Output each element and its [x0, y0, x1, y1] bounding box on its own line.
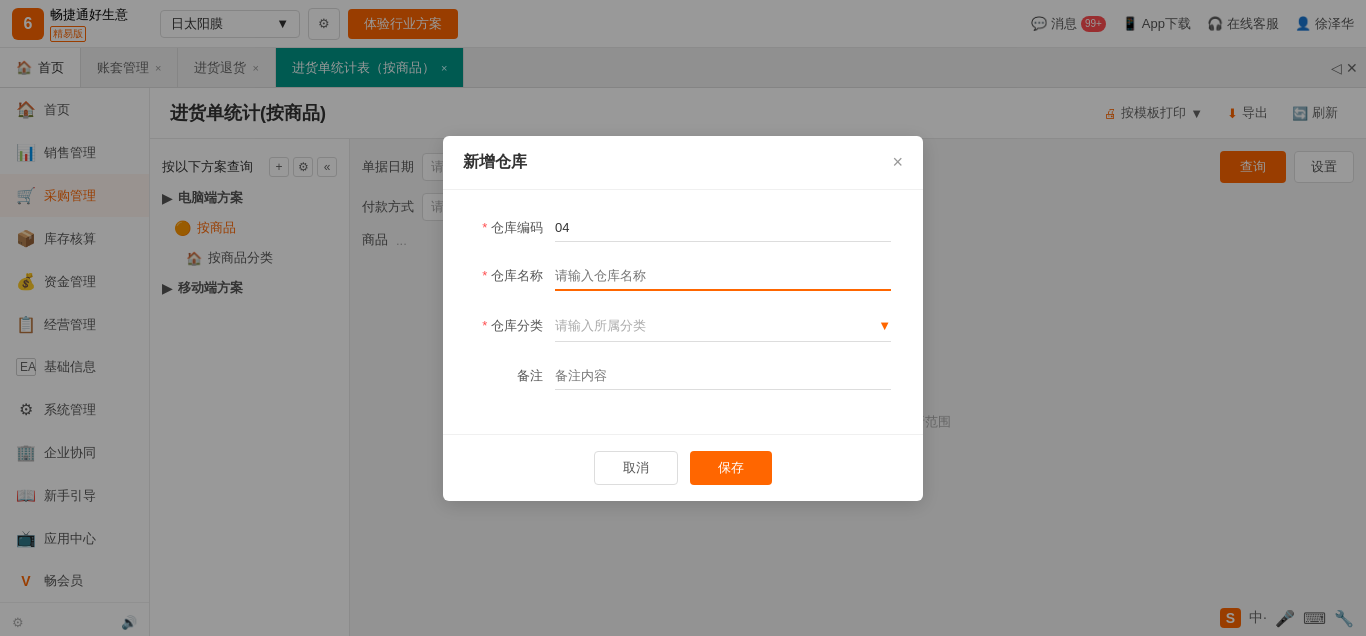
save-button[interactable]: 保存: [690, 451, 772, 485]
modal-overlay: 新增仓库 × 仓库编码 仓库名称 仓库分类 请输入所属分类 ▼: [0, 0, 1366, 636]
code-label: 仓库编码: [475, 219, 555, 237]
category-select[interactable]: 请输入所属分类 ▼: [555, 311, 891, 342]
name-input[interactable]: [555, 262, 891, 291]
form-row-name: 仓库名称: [475, 262, 891, 291]
category-select-arrow: ▼: [878, 318, 891, 333]
modal-header: 新增仓库 ×: [443, 136, 923, 190]
name-label: 仓库名称: [475, 267, 555, 285]
form-row-note: 备注: [475, 362, 891, 390]
form-row-code: 仓库编码: [475, 214, 891, 242]
modal-body: 仓库编码 仓库名称 仓库分类 请输入所属分类 ▼ 备注: [443, 190, 923, 434]
modal-close-button[interactable]: ×: [892, 152, 903, 173]
note-input[interactable]: [555, 362, 891, 390]
form-row-category: 仓库分类 请输入所属分类 ▼: [475, 311, 891, 342]
cancel-button[interactable]: 取消: [594, 451, 678, 485]
new-warehouse-modal: 新增仓库 × 仓库编码 仓库名称 仓库分类 请输入所属分类 ▼: [443, 136, 923, 501]
category-label: 仓库分类: [475, 317, 555, 335]
code-input[interactable]: [555, 214, 891, 242]
modal-footer: 取消 保存: [443, 434, 923, 501]
note-label: 备注: [475, 367, 555, 385]
modal-title: 新增仓库: [463, 152, 527, 173]
